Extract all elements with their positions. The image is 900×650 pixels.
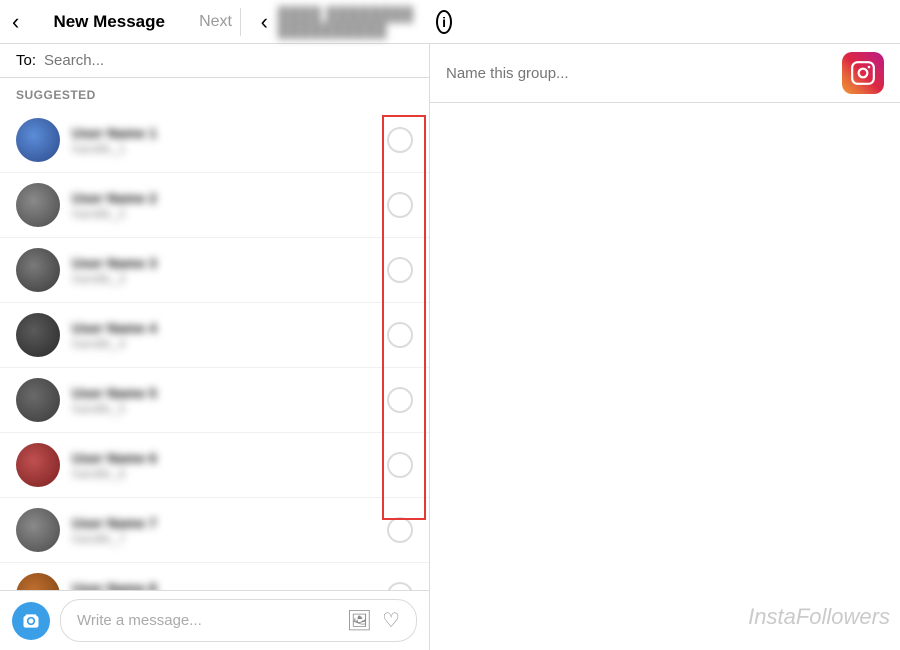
user-handle: handle_2 xyxy=(72,206,387,221)
message-icons: 🖼 ♡ xyxy=(347,608,400,633)
gallery-icon[interactable]: 🖼 xyxy=(347,608,372,633)
user-name: User Name 4 xyxy=(72,320,387,336)
radio-button[interactable] xyxy=(387,257,413,283)
list-item[interactable]: User Name 7 handle_7 xyxy=(0,498,429,563)
group-name-bar xyxy=(430,44,900,103)
radio-button[interactable] xyxy=(387,192,413,218)
user-handle: handle_4 xyxy=(72,336,387,351)
user-name: User Name 7 xyxy=(72,515,387,531)
radio-button[interactable] xyxy=(387,387,413,413)
search-input[interactable] xyxy=(44,52,413,69)
to-label: To: xyxy=(16,52,36,69)
back-button[interactable]: ‹ xyxy=(12,9,19,35)
user-handle: handle_1 xyxy=(72,141,387,156)
right-panel xyxy=(430,44,900,650)
top-nav-bar: ‹ New Message Next ‹ ████ ████████ █████… xyxy=(0,0,900,44)
user-name: User Name 6 xyxy=(72,450,387,466)
user-info: User Name 3 handle_3 xyxy=(72,255,387,286)
search-bar: To: xyxy=(0,44,429,78)
group-name-input[interactable] xyxy=(446,65,830,82)
avatar xyxy=(16,508,60,552)
main-content: To: SUGGESTED User Name 1 handle_1 User … xyxy=(0,44,900,650)
radio-button[interactable] xyxy=(387,127,413,153)
user-info: User Name 6 handle_6 xyxy=(72,450,387,481)
avatar xyxy=(16,573,60,590)
info-button[interactable]: i xyxy=(436,10,452,34)
user-name: User Name 3 xyxy=(72,255,387,271)
user-list: User Name 1 handle_1 User Name 2 handle_… xyxy=(0,108,429,590)
user-name: User Name 2 xyxy=(72,190,387,206)
user-name: User Name 5 xyxy=(72,385,387,401)
avatar xyxy=(16,313,60,357)
avatar xyxy=(16,443,60,487)
avatar xyxy=(16,118,60,162)
heart-icon[interactable]: ♡ xyxy=(382,608,400,633)
user-info: User Name 4 handle_4 xyxy=(72,320,387,351)
message-placeholder: Write a message... xyxy=(77,612,202,629)
avatar xyxy=(16,248,60,292)
radio-button[interactable] xyxy=(387,322,413,348)
suggested-section-label: SUGGESTED xyxy=(0,78,429,108)
user-name: User Name 1 xyxy=(72,125,387,141)
nav-back-icon[interactable]: ‹ xyxy=(261,9,268,35)
left-panel: To: SUGGESTED User Name 1 handle_1 User … xyxy=(0,44,430,650)
list-item[interactable]: User Name 5 handle_5 xyxy=(0,368,429,433)
user-handle: handle_6 xyxy=(72,466,387,481)
user-handle: handle_5 xyxy=(72,401,387,416)
user-handle: handle_7 xyxy=(72,531,387,546)
message-input-wrap[interactable]: Write a message... 🖼 ♡ xyxy=(60,599,417,642)
user-info: User Name 5 handle_5 xyxy=(72,385,387,416)
avatar xyxy=(16,183,60,227)
camera-button[interactable] xyxy=(12,602,50,640)
user-name: User Name 8 xyxy=(72,580,387,591)
radio-button[interactable] xyxy=(387,452,413,478)
radio-button[interactable] xyxy=(387,517,413,543)
page-title: New Message xyxy=(28,12,190,32)
nav-blurred-label: ████ ████████ ██████████ xyxy=(278,6,426,38)
user-info: User Name 1 handle_1 xyxy=(72,125,387,156)
right-nav-group: ‹ ████ ████████ ██████████ i xyxy=(261,6,452,38)
avatar xyxy=(16,378,60,422)
list-item[interactable]: User Name 3 handle_3 xyxy=(0,238,429,303)
user-info: User Name 8 handle_8 xyxy=(72,580,387,591)
list-item[interactable]: User Name 6 handle_6 xyxy=(0,433,429,498)
nav-divider xyxy=(240,8,241,36)
user-info: User Name 2 handle_2 xyxy=(72,190,387,221)
nav-left: ‹ New Message Next xyxy=(12,9,232,35)
next-button[interactable]: Next xyxy=(199,13,232,31)
list-item[interactable]: User Name 8 handle_8 xyxy=(0,563,429,590)
list-item[interactable]: User Name 2 handle_2 xyxy=(0,173,429,238)
instagram-logo xyxy=(842,52,884,94)
list-item[interactable]: User Name 1 handle_1 xyxy=(0,108,429,173)
user-handle: handle_3 xyxy=(72,271,387,286)
message-bar: Write a message... 🖼 ♡ xyxy=(0,590,429,650)
radio-button[interactable] xyxy=(387,582,413,590)
nav-right: ‹ ████ ████████ ██████████ i xyxy=(232,6,452,38)
user-info: User Name 7 handle_7 xyxy=(72,515,387,546)
list-item[interactable]: User Name 4 handle_4 xyxy=(0,303,429,368)
